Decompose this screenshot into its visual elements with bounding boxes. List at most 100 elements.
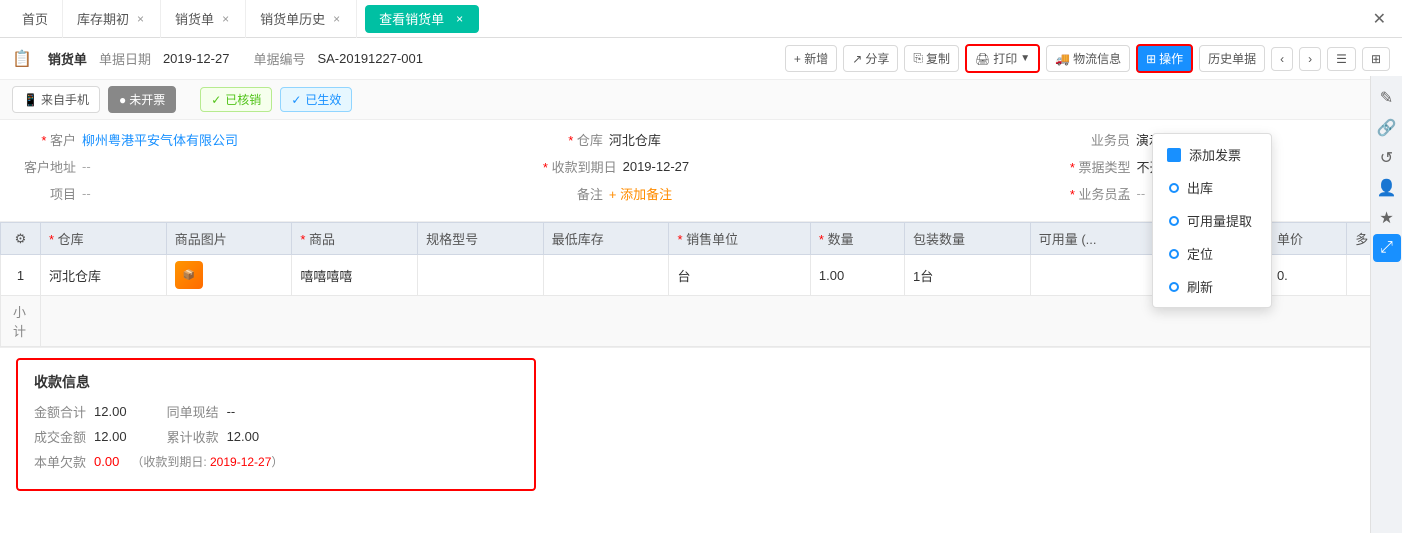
col-unit-price: 单价 (1268, 223, 1346, 255)
copy-button-label: 复制 (926, 50, 950, 67)
print-button[interactable]: 🖨 打印 ▼ (965, 44, 1040, 73)
col-product: 商品 (292, 223, 418, 255)
staff-label: 业务员 (1070, 130, 1130, 149)
col-avail-qty: 可用量 (... (1030, 223, 1166, 255)
due-date-label: 收款到期日 (543, 157, 617, 176)
not-open-icon: ● (119, 93, 126, 107)
payment-row-3: 本单欠款 0.00 （收款到期日: 2019-12-27） (34, 452, 518, 471)
logistics-button-label: 物流信息 (1073, 50, 1121, 67)
cell-sales-unit: 台 (669, 255, 810, 296)
ticket-label: 票据类型 (1070, 157, 1131, 176)
operate-button-label: 操作 (1159, 50, 1183, 67)
logistics-button[interactable]: 🚚 物流信息 (1046, 45, 1130, 72)
col-min-stock: 最低库存 (543, 223, 669, 255)
transaction-amount-value: 12.00 (94, 429, 127, 444)
operate-icon: ⊞ (1146, 52, 1156, 66)
confirm-icon: ✓ (211, 93, 221, 107)
cell-product: 嘻嘻嘻嘻 (292, 255, 418, 296)
expand-icon[interactable]: ⤢ (1373, 234, 1401, 262)
effective-icon: ✓ (291, 93, 301, 107)
warehouse-value: 河北仓库 (609, 130, 661, 149)
share-button[interactable]: ↗ 分享 (843, 45, 898, 72)
due-date-note: 2019-12-27 (210, 455, 271, 469)
tab-sales-order[interactable]: 销货单 × (161, 0, 246, 38)
operate-dropdown-menu: 添加发票 出库 可用量提取 定位 刷新 (1152, 133, 1272, 308)
add-note-btn[interactable]: + 添加备注 (609, 184, 672, 203)
document-title-area: 📋 销货单 单据日期 2019-12-27 单据编号 SA-20191227-0… (12, 49, 423, 69)
project-label: 项目 (16, 184, 76, 203)
dropdown-refresh[interactable]: 刷新 (1153, 270, 1271, 303)
tab-sales-order-close[interactable]: × (220, 12, 231, 26)
phone-icon: 📱 (23, 93, 38, 107)
history-button[interactable]: 历史单据 (1199, 45, 1265, 72)
copy-button[interactable]: ⎘ 复制 (904, 45, 959, 72)
add-invoice-icon (1167, 148, 1181, 162)
tab-view-sales[interactable]: 查看销货单 × (365, 5, 479, 33)
add-button[interactable]: + 新增 (785, 45, 837, 72)
dropdown-locate[interactable]: 定位 (1153, 237, 1271, 270)
confirmed-label: 已核销 (225, 91, 261, 108)
locate-label: 定位 (1187, 244, 1213, 263)
tab-inventory-init-label: 库存期初 (77, 9, 129, 28)
customer-label: 客户 (16, 130, 76, 149)
total-amount-value: 12.00 (94, 404, 127, 419)
print-dropdown-arrow: ▼ (1020, 53, 1030, 64)
tab-sales-history[interactable]: 销货单历史 × (246, 0, 357, 38)
dropdown-available-qty[interactable]: 可用量提取 (1153, 204, 1271, 237)
add-invoice-label: 添加发票 (1189, 145, 1241, 164)
operate-button[interactable]: ⊞ 操作 (1136, 44, 1193, 73)
refresh-sidebar-icon[interactable]: ↺ (1373, 144, 1401, 172)
sales-staff-label: 业务员孟 (1070, 184, 1131, 203)
dropdown-add-invoice[interactable]: 添加发票 (1153, 138, 1271, 171)
outbound-icon (1169, 183, 1179, 193)
col-spec: 规格型号 (418, 223, 544, 255)
print-button-label: 打印 (993, 50, 1017, 67)
window-close-button[interactable]: ✕ (1365, 9, 1394, 29)
dropdown-outbound[interactable]: 出库 (1153, 171, 1271, 204)
payment-row-1: 金额合计 12.00 同单现结 -- (34, 402, 518, 421)
current-due-label: 本单欠款 (34, 452, 86, 471)
current-due-value: 0.00 (94, 454, 119, 469)
doc-type-label: 销货单 (48, 49, 87, 68)
due-date-field: 收款到期日 2019-12-27 (543, 157, 1070, 176)
transaction-amount-item: 成交金额 12.00 (34, 427, 127, 446)
col-sales-unit: 销售单位 (669, 223, 810, 255)
edit-icon[interactable]: ✎ (1373, 84, 1401, 112)
customer-value[interactable]: 柳州粤港平安气体有限公司 (82, 130, 238, 149)
tab-inventory-init-close[interactable]: × (135, 12, 146, 26)
not-open-label: 未开票 (129, 91, 165, 108)
doc-type-icon: 📋 (12, 49, 32, 69)
layout2-button[interactable]: ⊞ (1362, 47, 1390, 71)
same-order-settle-value: -- (227, 404, 236, 419)
addr-label: 客户地址 (16, 157, 76, 176)
tab-view-sales-close[interactable]: × (454, 12, 465, 26)
tab-home[interactable]: 首页 (8, 0, 63, 38)
cell-pack-qty: 1台 (905, 255, 1031, 296)
history-button-label: 历史单据 (1208, 50, 1256, 67)
link-icon[interactable]: 🔗 (1373, 114, 1401, 142)
cell-spec (418, 255, 544, 296)
effective-badge: ✓ 已生效 (280, 87, 352, 112)
next-button[interactable]: › (1299, 47, 1321, 71)
copy-icon: ⎘ (913, 51, 923, 66)
not-open-button[interactable]: ● 未开票 (108, 86, 176, 113)
main-content: ✎ 🔗 ↺ 👤 ★ ⤢ 📋 销货单 单据日期 2019-12-27 单据编号 S… (0, 38, 1402, 533)
warehouse-field: 仓库 河北仓库 (543, 130, 1070, 149)
tab-sales-history-close[interactable]: × (331, 12, 342, 26)
col-warehouse: 仓库 (41, 223, 167, 255)
layout1-button[interactable]: ☰ (1327, 47, 1356, 71)
cell-unit-price: 0. (1268, 255, 1346, 296)
star-icon[interactable]: ★ (1373, 204, 1401, 232)
tab-inventory-init[interactable]: 库存期初 × (63, 0, 161, 38)
document-toolbar: 📋 销货单 单据日期 2019-12-27 单据编号 SA-20191227-0… (0, 38, 1402, 80)
doc-date-label: 单据日期 (99, 49, 151, 68)
col-settings[interactable]: ⚙ (1, 223, 41, 255)
user-icon[interactable]: 👤 (1373, 174, 1401, 202)
col-pack-qty: 包装数量 (905, 223, 1031, 255)
sales-staff-value: -- (1137, 186, 1146, 201)
prev-button[interactable]: ‹ (1271, 47, 1293, 71)
project-field: 项目 -- (16, 184, 543, 203)
tab-view-sales-label: 查看销货单 (379, 9, 444, 28)
project-value: -- (82, 186, 91, 201)
from-phone-button[interactable]: 📱 来自手机 (12, 86, 100, 113)
